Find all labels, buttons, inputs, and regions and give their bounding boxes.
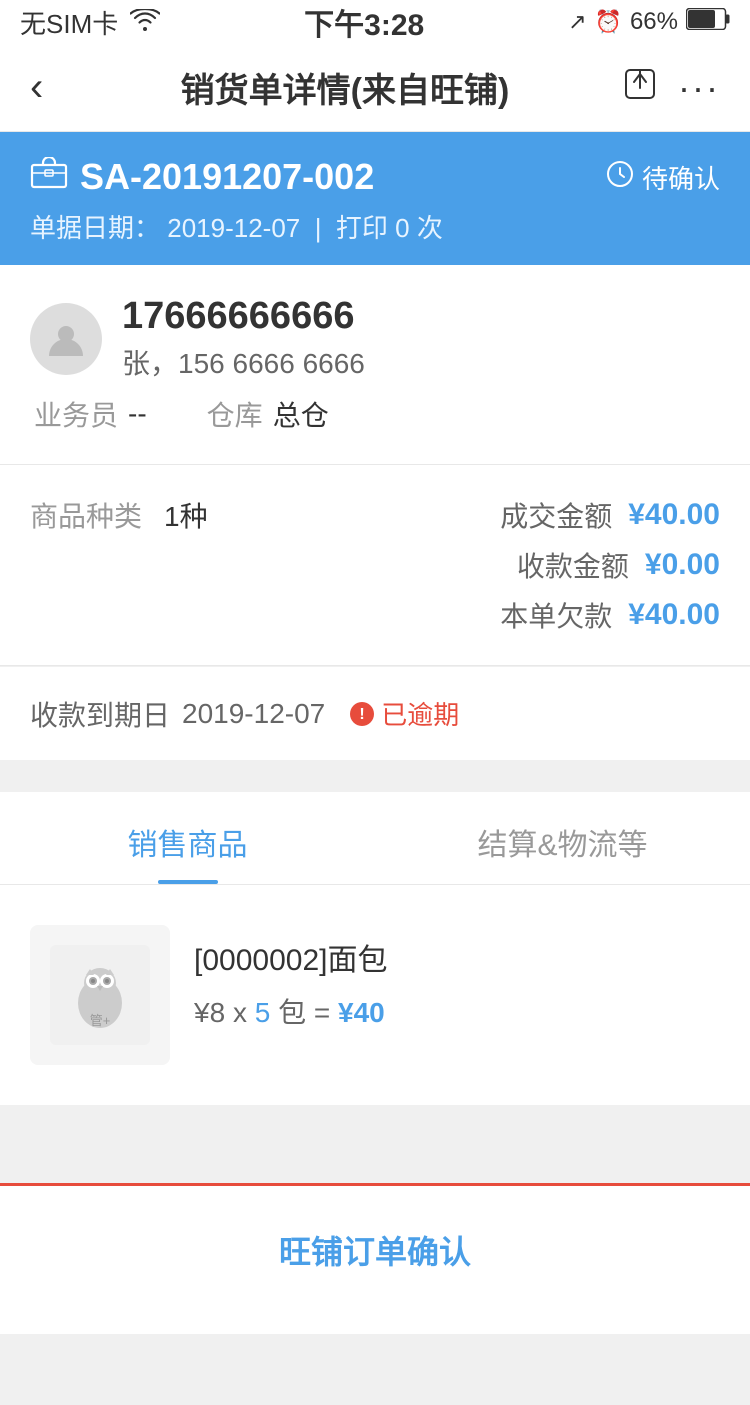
customer-avatar xyxy=(30,303,102,375)
product-total: ¥40 xyxy=(338,997,385,1028)
battery-text: 66% xyxy=(630,8,678,36)
sales-value: -- xyxy=(128,398,147,430)
tab-sales-label: 销售商品 xyxy=(128,829,248,862)
order-box-icon xyxy=(30,157,68,197)
svg-text:!: ! xyxy=(360,706,365,723)
warehouse-info: 仓库 总仓 xyxy=(207,394,329,434)
product-name: [0000002]面包 xyxy=(194,935,720,979)
nav-right-icons: ··· xyxy=(600,66,720,110)
order-status: 待确认 xyxy=(606,159,720,196)
equals-sign: = xyxy=(314,997,338,1028)
clock-icon xyxy=(606,160,634,195)
received-value: ¥0.00 xyxy=(645,548,720,582)
order-header-banner: SA-20191207-002 待确认 单据日期： 2019-12-07 | 打… xyxy=(0,132,750,265)
product-item: 管+ [0000002]面包 ¥8 x 5 包 = ¥40 xyxy=(30,905,720,1085)
order-date-row: 单据日期： 2019-12-07 | 打印 0 次 xyxy=(30,208,720,245)
share-icon[interactable] xyxy=(622,66,658,110)
status-left: 无SIM卡 xyxy=(20,4,160,41)
debt-label: 本单欠款 xyxy=(500,595,612,635)
product-type-info: 商品种类 1种 xyxy=(30,495,500,535)
sales-info: 业务员 -- xyxy=(34,394,147,434)
svg-text:管+: 管+ xyxy=(90,1013,111,1028)
page-title: 销货单详情(来自旺铺) xyxy=(90,63,600,112)
section-divider-1 xyxy=(0,760,750,776)
unit-price: ¥8 xyxy=(194,997,225,1028)
status-bar: 无SIM卡 下午3:28 ↗ ⏰ 66% xyxy=(0,0,750,44)
customer-info: 17666666666 张，156 6666 6666 xyxy=(122,295,365,382)
product-info: [0000002]面包 ¥8 x 5 包 = ¥40 xyxy=(194,925,720,1031)
tab-sales-products[interactable]: 销售商品 xyxy=(0,792,375,884)
amount-summary: 成交金额 ¥40.00 收款金额 ¥0.00 本单欠款 ¥40.00 xyxy=(500,495,720,635)
received-label: 收款金额 xyxy=(517,545,629,585)
carrier-text: 无SIM卡 xyxy=(20,4,118,41)
unit-text: 包 xyxy=(278,997,306,1028)
amount-value: ¥40.00 xyxy=(628,498,720,532)
tab-settlement-label: 结算&物流等 xyxy=(477,829,647,862)
battery-icon xyxy=(686,8,730,37)
wifi-icon xyxy=(130,7,160,38)
warehouse-label: 仓库 xyxy=(207,394,263,434)
due-date-section: 收款到期日 2019-12-07 ! 已逾期 xyxy=(0,666,750,760)
product-price-row: ¥8 x 5 包 = ¥40 xyxy=(194,991,720,1031)
order-id: SA-20191207-002 xyxy=(30,156,374,198)
customer-phone: 17666666666 xyxy=(122,295,365,338)
overdue-badge: ! 已逾期 xyxy=(337,691,471,736)
tabs-header: 销售商品 结算&物流等 xyxy=(0,792,750,885)
confirm-order-button[interactable]: 旺铺订单确认 xyxy=(30,1206,720,1294)
alarm-icon: ⏰ xyxy=(595,9,622,35)
summary-section: 商品种类 1种 成交金额 ¥40.00 收款金额 ¥0.00 本单欠款 ¥40.… xyxy=(0,465,750,665)
type-label: 商品种类 xyxy=(30,495,142,535)
status-time: 下午3:28 xyxy=(304,0,424,44)
warehouse-value: 总仓 xyxy=(273,394,329,434)
customer-section: 17666666666 张，156 6666 6666 业务员 -- 仓库 总仓 xyxy=(0,265,750,464)
tabs-section: 销售商品 结算&物流等 xyxy=(0,792,750,1105)
location-icon: ↗ xyxy=(568,9,586,35)
overdue-text: 已逾期 xyxy=(381,695,459,732)
status-right: ↗ ⏰ 66% xyxy=(568,8,730,37)
type-value: 1种 xyxy=(164,495,208,535)
nav-bar: ‹ 销货单详情(来自旺铺) ··· xyxy=(0,44,750,132)
order-id-text: SA-20191207-002 xyxy=(80,156,374,198)
product-thumbnail: 管+ xyxy=(30,925,170,1065)
back-button[interactable]: ‹ xyxy=(30,65,90,110)
amount-label: 成交金额 xyxy=(500,495,612,535)
tab-settlement[interactable]: 结算&物流等 xyxy=(375,792,750,884)
multiply-sign: x xyxy=(233,997,255,1028)
sales-label: 业务员 xyxy=(34,394,118,434)
product-qty: 5 xyxy=(255,997,271,1028)
debt-value: ¥40.00 xyxy=(628,598,720,632)
due-label: 收款到期日 xyxy=(30,694,170,734)
customer-name: 张，156 6666 6666 xyxy=(122,342,365,382)
product-list: 管+ [0000002]面包 ¥8 x 5 包 = ¥40 xyxy=(0,885,750,1105)
status-text: 待确认 xyxy=(642,159,720,196)
more-icon[interactable]: ··· xyxy=(678,67,720,109)
due-date: 2019-12-07 xyxy=(182,698,325,730)
bottom-bar: 旺铺订单确认 xyxy=(0,1183,750,1334)
